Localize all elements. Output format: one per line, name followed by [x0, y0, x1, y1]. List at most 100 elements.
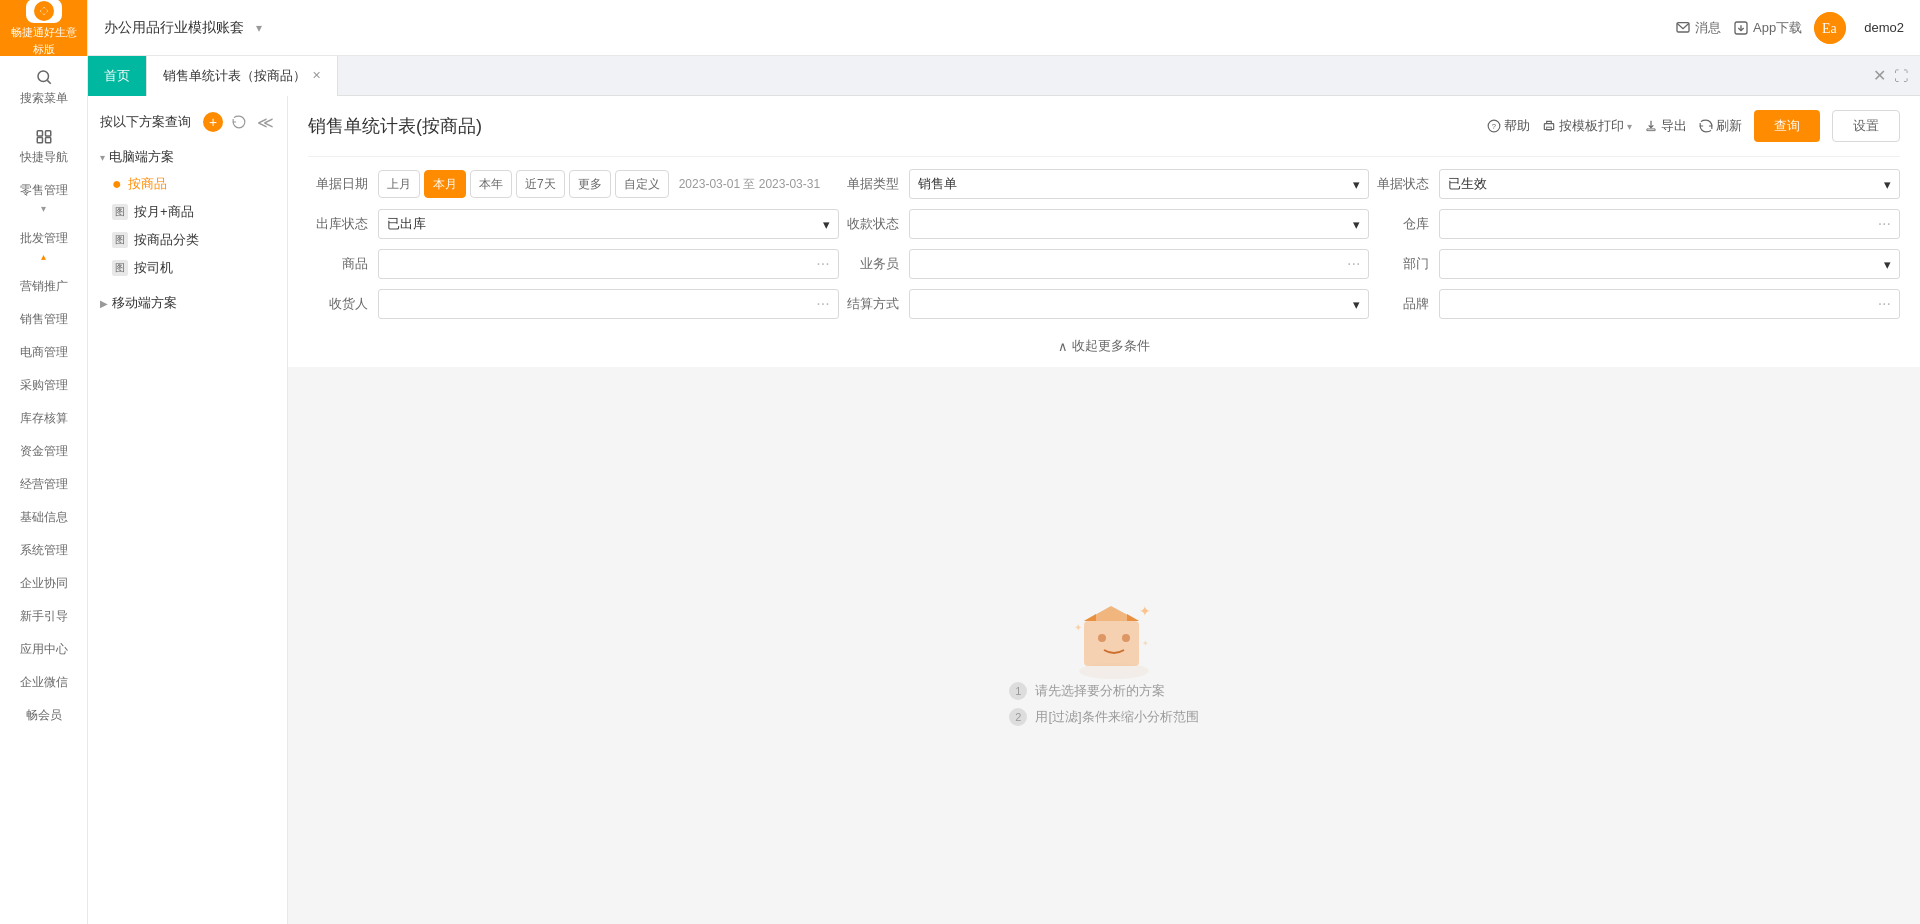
goods-label: 商品 [308, 255, 378, 273]
finance-label: 资金管理 [20, 443, 68, 460]
sidebar-item-enterprise[interactable]: 企业协同 [0, 567, 87, 600]
this-year-label: 本年 [479, 176, 503, 193]
export-btn[interactable]: 导出 [1644, 117, 1687, 135]
sidebar-item-wechat[interactable]: 企业微信 [0, 666, 87, 699]
pc-scheme-parent[interactable]: ▾ 电脑端方案 [88, 144, 287, 170]
brand-label: 品牌 [1369, 295, 1439, 313]
print-btn[interactable]: 按模板打印 ▾ [1542, 117, 1632, 135]
goods-cell: 商品 ··· [308, 249, 839, 279]
goods-input[interactable]: ··· [378, 249, 839, 279]
sidebar-item-system[interactable]: 系统管理 [0, 534, 87, 567]
sidebar-item-inventory[interactable]: 库存核算 [0, 402, 87, 435]
scheme-by-category[interactable]: 图 按商品分类 [104, 226, 287, 254]
settings-button[interactable]: 设置 [1832, 110, 1900, 142]
goods-dots: ··· [816, 255, 829, 273]
filter-row-3: 商品 ··· 业务员 ··· 部门 [308, 249, 1900, 279]
doc-status-select[interactable]: 已生效 ▾ [1439, 169, 1900, 199]
svg-point-17 [1098, 634, 1106, 642]
print-icon [1542, 119, 1556, 133]
brand-dots: ··· [1878, 295, 1891, 313]
recv-status-select[interactable]: ▾ [909, 209, 1370, 239]
sidebar-item-wholesale[interactable]: 批发管理 ▴ [0, 222, 87, 270]
user-avatar[interactable] [1814, 12, 1846, 44]
date-label: 单据日期 [308, 175, 378, 193]
help-btn[interactable]: ? 帮助 [1487, 117, 1530, 135]
sidebar-item-marketing[interactable]: 营销推广 [0, 270, 87, 303]
scheme-by-month-goods[interactable]: 图 按月+商品 [104, 198, 287, 226]
last-month-label: 上月 [387, 176, 411, 193]
appstore-label: 应用中心 [20, 641, 68, 658]
tab-sales-stat[interactable]: 销售单统计表（按商品） ✕ [147, 56, 338, 96]
left-panel-title: 按以下方案查询 [100, 113, 191, 131]
sidebar-item-operation[interactable]: 经营管理 [0, 468, 87, 501]
brand-input[interactable]: ··· [1439, 289, 1900, 319]
refresh-btn[interactable]: 刷新 [1699, 117, 1742, 135]
search-menu-item[interactable]: 搜索菜单 [0, 56, 87, 115]
sidebar-item-ecommerce[interactable]: 电商管理 [0, 336, 87, 369]
refresh-icon [232, 115, 246, 129]
tabbar-extra: ✕ ⛶ [1861, 66, 1920, 85]
date-this-year-btn[interactable]: 本年 [470, 170, 512, 198]
empty-state: ✦ ✦ ✦ 1 请先选择要分析的方案 2 用[过滤]条件来缩小分析范围 [288, 367, 1920, 924]
tab-window-expand-icon[interactable]: ⛶ [1894, 68, 1908, 84]
date-this-month-btn[interactable]: 本月 [424, 170, 466, 198]
svg-point-1 [41, 8, 47, 14]
tab-home[interactable]: 首页 [88, 56, 147, 96]
topbar-dropdown-arrow[interactable]: ▾ [256, 21, 262, 35]
salesperson-input[interactable]: ··· [909, 249, 1370, 279]
more-label: 更多 [578, 176, 602, 193]
collapse-filter-btn[interactable]: ∧ 收起更多条件 [308, 329, 1900, 367]
doc-status-label: 单据状态 [1369, 175, 1439, 193]
sidebar-item-purchase[interactable]: 采购管理 [0, 369, 87, 402]
refresh-scheme-btn[interactable] [229, 112, 249, 132]
consignee-input[interactable]: ··· [378, 289, 839, 319]
scheme-by-month-goods-label: 按月+商品 [134, 203, 194, 221]
doc-type-select[interactable]: 销售单 ▾ [909, 169, 1370, 199]
scheme-category-icon: 图 [112, 232, 128, 248]
payment-select[interactable]: ▾ [909, 289, 1370, 319]
this-month-label: 本月 [433, 176, 457, 193]
inventory-label: 库存核算 [20, 410, 68, 427]
scheme-by-goods[interactable]: ● 按商品 [104, 170, 287, 198]
date-custom-btn[interactable]: 自定义 [615, 170, 669, 198]
sidebar-item-newuser[interactable]: 新手引导 [0, 600, 87, 633]
query-button[interactable]: 查询 [1754, 110, 1820, 142]
quick-nav-item[interactable]: 快捷导航 [0, 115, 87, 174]
date-last-month-btn[interactable]: 上月 [378, 170, 420, 198]
pc-arrow-icon: ▾ [100, 152, 105, 163]
search-menu-label: 搜索菜单 [20, 90, 68, 107]
doc-type-value: 销售单 [918, 175, 957, 193]
topbar: 办公用品行业模拟账套 ▾ 消息 App下载 demo2 [88, 0, 1920, 56]
date-7days-btn[interactable]: 近7天 [516, 170, 565, 198]
sidebar-item-finance[interactable]: 资金管理 [0, 435, 87, 468]
salesperson-cell: 业务员 ··· [839, 249, 1370, 279]
print-label: 按模板打印 [1559, 117, 1624, 135]
operation-label: 经营管理 [20, 476, 68, 493]
collapse-panel-btn[interactable]: ≪ [255, 112, 275, 132]
mobile-scheme-parent[interactable]: ▶ 移动端方案 [88, 290, 287, 316]
app-download-button[interactable]: App下载 [1733, 19, 1802, 37]
user-name[interactable]: demo2 [1864, 20, 1904, 35]
sidebar-logo[interactable]: 畅捷通好生意 标版 [0, 0, 87, 56]
dept-select[interactable]: ▾ [1439, 249, 1900, 279]
sidebar-item-basic[interactable]: 基础信息 [0, 501, 87, 534]
svg-rect-16 [1084, 621, 1139, 666]
sidebar-item-member[interactable]: 畅会员 [0, 699, 87, 732]
warehouse-input[interactable]: ··· [1439, 209, 1900, 239]
tip-num-1: 1 [1009, 682, 1027, 700]
message-button[interactable]: 消息 [1675, 19, 1721, 37]
tip-num-2: 2 [1009, 708, 1027, 726]
scheme-by-driver[interactable]: 图 按司机 [104, 254, 287, 282]
add-scheme-btn[interactable]: + [203, 112, 223, 132]
basic-label: 基础信息 [20, 509, 68, 526]
sidebar-item-sales[interactable]: 销售管理 [0, 303, 87, 336]
tab-close-icon[interactable]: ✕ [312, 69, 321, 82]
dept-label: 部门 [1369, 255, 1439, 273]
date-more-btn[interactable]: 更多 [569, 170, 611, 198]
tab-window-close-icon[interactable]: ✕ [1873, 66, 1886, 85]
marketing-label: 营销推广 [20, 278, 68, 295]
sidebar-item-retail[interactable]: 零售管理 ▾ [0, 174, 87, 222]
date-range-text: 2023-03-01 至 2023-03-31 [679, 176, 820, 193]
sidebar-item-appstore[interactable]: 应用中心 [0, 633, 87, 666]
out-status-select[interactable]: 已出库 ▾ [378, 209, 839, 239]
